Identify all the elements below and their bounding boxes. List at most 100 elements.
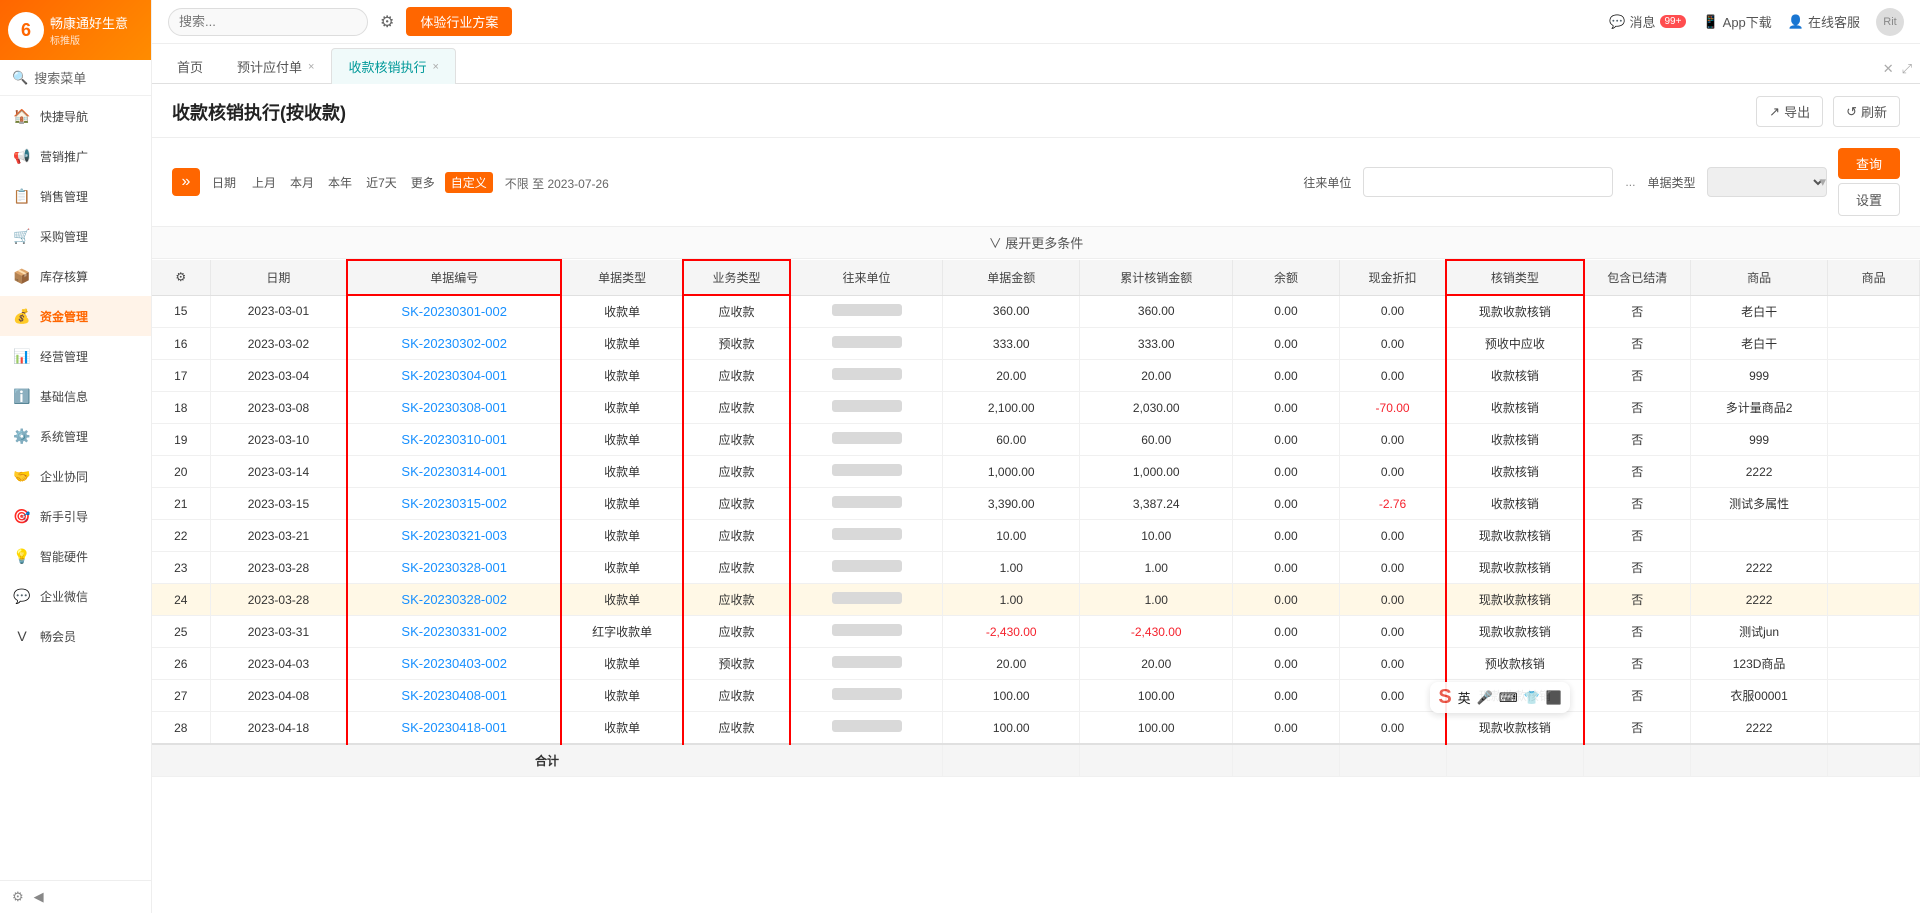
order-no-link[interactable]: SK-20230328-001: [401, 560, 507, 575]
col-header-doc-type[interactable]: 单据类型: [561, 260, 683, 295]
cell-date: 2023-03-28: [210, 552, 347, 584]
sidebar-item-guide[interactable]: 🎯 新手引导: [0, 496, 151, 536]
col-header-date[interactable]: 日期: [210, 260, 347, 295]
cell-cancel-type: 现款收款核销: [1446, 520, 1583, 552]
cell-date: 2023-03-21: [210, 520, 347, 552]
cell-included: 否: [1584, 328, 1691, 360]
app-download-area[interactable]: 📱 App下载: [1702, 12, 1771, 31]
topbar-gear-icon[interactable]: ⚙: [380, 12, 394, 32]
sidebar-item-finance[interactable]: 💰 资金管理: [0, 296, 151, 336]
doc-type-select[interactable]: [1707, 167, 1827, 197]
order-no-link[interactable]: SK-20230408-001: [401, 688, 507, 703]
col-header-biz-type[interactable]: 业务类型: [683, 260, 790, 295]
order-no-link[interactable]: SK-20230304-001: [401, 368, 507, 383]
cell-cumulative: -2,430.00: [1080, 616, 1233, 648]
order-no-link[interactable]: SK-20230310-001: [401, 432, 507, 447]
cell-doc-type: 收款单: [561, 584, 683, 616]
order-no-link[interactable]: SK-20230314-001: [401, 464, 507, 479]
col-header-included[interactable]: 包含已结清: [1584, 260, 1691, 295]
cell-doc-type: 收款单: [561, 328, 683, 360]
cell-cancel-type: 现款收款核销: [1446, 616, 1583, 648]
cell-order-no: SK-20230408-001: [347, 680, 561, 712]
partner-more-dots[interactable]: ...: [1625, 175, 1635, 189]
payable-tab-close[interactable]: ×: [308, 61, 314, 73]
user-avatar[interactable]: Rit: [1876, 8, 1904, 36]
sidebar-item-system[interactable]: ⚙️ 系统管理: [0, 416, 151, 456]
settings-button[interactable]: 设置: [1838, 183, 1900, 216]
tab-receipt-cancel[interactable]: 收款核销执行 ×: [331, 48, 455, 84]
cell-amount: 1,000.00: [943, 456, 1080, 488]
tab-close-all-icon[interactable]: ✕: [1883, 61, 1894, 77]
order-no-link[interactable]: SK-20230418-001: [401, 720, 507, 735]
solution-button[interactable]: 体验行业方案: [406, 7, 512, 36]
sidebar-item-purchase[interactable]: 🛒 采购管理: [0, 216, 151, 256]
collapse-icon[interactable]: ◀: [34, 889, 44, 905]
cell-goods: [1690, 520, 1827, 552]
settings-bottom-icon[interactable]: ⚙: [12, 889, 24, 905]
cell-biz-type: 应收款: [683, 424, 790, 456]
topbar-search-input[interactable]: [168, 8, 368, 36]
expand-label: ∨ 展开更多条件: [989, 233, 1084, 252]
sidebar-item-wechat[interactable]: 💬 企业微信: [0, 576, 151, 616]
col-header-order-no[interactable]: 单据编号: [347, 260, 561, 295]
cell-order-no: SK-20230331-002: [347, 616, 561, 648]
messages-badge: 99+: [1660, 15, 1687, 28]
cell-num: 19: [152, 424, 210, 456]
cell-cumulative: 333.00: [1080, 328, 1233, 360]
col-header-partner[interactable]: 往来单位: [790, 260, 943, 295]
order-no-link[interactable]: SK-20230308-001: [401, 400, 507, 415]
order-no-link[interactable]: SK-20230315-002: [401, 496, 507, 511]
col-header-cumulative[interactable]: 累计核销金额: [1080, 260, 1233, 295]
cell-included: 否: [1584, 488, 1691, 520]
order-no-link[interactable]: SK-20230403-002: [401, 656, 507, 671]
sidebar-item-hardware[interactable]: 💡 智能硬件: [0, 536, 151, 576]
cell-goods: 老白干: [1690, 328, 1827, 360]
sidebar-item-quick-nav[interactable]: 🏠 快捷导航: [0, 96, 151, 136]
cell-discount: 0.00: [1339, 360, 1446, 392]
order-no-link[interactable]: SK-20230321-003: [401, 528, 507, 543]
messages-area[interactable]: 💬 消息 99+: [1609, 12, 1686, 31]
tab-payable[interactable]: 预计应付单 ×: [220, 48, 331, 84]
refresh-button[interactable]: ↺ 刷新: [1833, 96, 1900, 127]
sidebar-item-enterprise[interactable]: 🤝 企业协同: [0, 456, 151, 496]
sidebar-item-marketing[interactable]: 📢 营销推广: [0, 136, 151, 176]
sidebar-item-member[interactable]: V 畅会员: [0, 616, 151, 656]
date-btn-more[interactable]: 更多: [407, 172, 439, 193]
cell-included: 否: [1584, 456, 1691, 488]
query-button[interactable]: 查询: [1838, 148, 1900, 179]
sidebar-item-operation[interactable]: 📊 经营管理: [0, 336, 151, 376]
col-header-discount[interactable]: 现金折扣: [1339, 260, 1446, 295]
date-btn-this-year[interactable]: 本年: [324, 172, 356, 193]
col-header-balance[interactable]: 余额: [1233, 260, 1340, 295]
col-header-settings[interactable]: ⚙: [152, 260, 210, 295]
tab-expand-icon[interactable]: ⤢: [1902, 61, 1912, 77]
sidebar-item-basic[interactable]: ℹ️ 基础信息: [0, 376, 151, 416]
order-no-link[interactable]: SK-20230328-002: [401, 592, 507, 607]
col-header-amount[interactable]: 单据金额: [943, 260, 1080, 295]
receipt-cancel-tab-close[interactable]: ×: [432, 61, 438, 73]
export-button[interactable]: ↗ 导出: [1756, 96, 1823, 127]
sidebar-search[interactable]: 🔍 搜索菜单: [0, 60, 151, 96]
logo-main-text: 畅康通好生意: [50, 13, 128, 32]
cell-amount: 20.00: [943, 648, 1080, 680]
tab-home[interactable]: 首页: [160, 48, 220, 84]
cell-goods: 老白干: [1690, 295, 1827, 328]
date-btn-7days[interactable]: 近7天: [362, 172, 401, 193]
sidebar-item-sales[interactable]: 📋 销售管理: [0, 176, 151, 216]
filter-expand-row[interactable]: ∨ 展开更多条件: [152, 227, 1920, 259]
date-btn-custom[interactable]: 自定义: [445, 172, 493, 193]
col-header-goods[interactable]: 商品: [1690, 260, 1827, 295]
order-no-link[interactable]: SK-20230302-002: [401, 336, 507, 351]
order-no-link[interactable]: SK-20230331-002: [401, 624, 507, 639]
date-btn-prev-month[interactable]: 上月: [248, 172, 280, 193]
filter-toggle-button[interactable]: »: [172, 168, 200, 196]
partner-filter-input[interactable]: [1363, 167, 1613, 197]
date-btn-this-month[interactable]: 本月: [286, 172, 318, 193]
col-header-goods2[interactable]: 商品: [1828, 260, 1920, 295]
online-support-area[interactable]: 👤 在线客服: [1788, 12, 1860, 31]
partner-blurred: [832, 528, 902, 540]
sidebar-item-inventory[interactable]: 📦 库存核算: [0, 256, 151, 296]
order-no-link[interactable]: SK-20230301-002: [401, 304, 507, 319]
cell-partner: [790, 712, 943, 745]
col-header-cancel-type[interactable]: 核销类型: [1446, 260, 1583, 295]
